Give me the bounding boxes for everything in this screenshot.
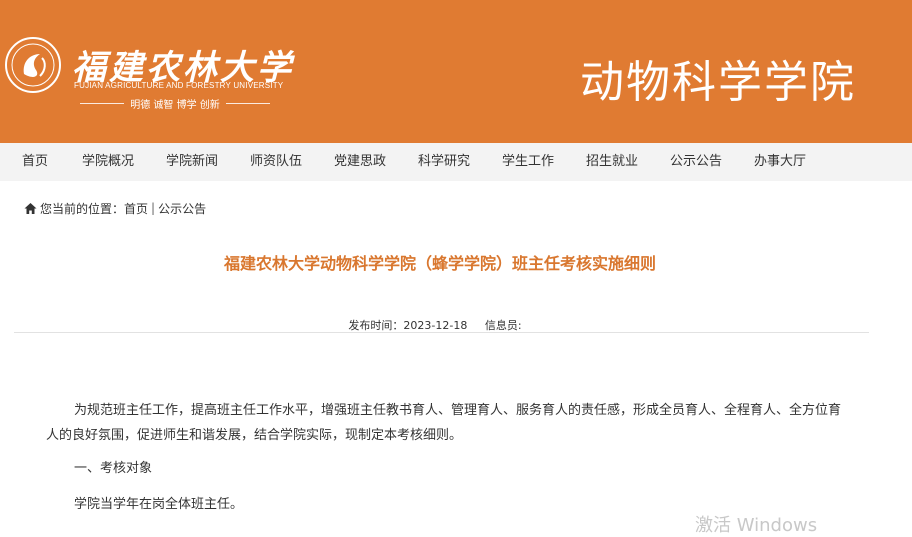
meta-divider	[14, 332, 869, 333]
breadcrumb-separator: |	[151, 201, 156, 215]
nav-item-overview[interactable]: 学院概况	[82, 143, 134, 181]
nav-item-announcements[interactable]: 公示公告	[670, 143, 722, 181]
college-title: 动物科学学院	[580, 57, 856, 108]
university-english-name: FUJIAN AGRICULTURE AND FORESTRY UNIVERSI…	[74, 81, 284, 90]
windows-activation-watermark: 激活 Windows	[695, 515, 818, 536]
university-motto: 明德 诚智 博学 创新	[80, 96, 271, 111]
breadcrumb: 您当前的位置： 首页 | 公示公告	[24, 199, 206, 217]
main-nav: 首页 学院概况 学院新闻 师资队伍 党建思政 科学研究 学生工作 招生就业 公示…	[0, 143, 912, 181]
nav-item-research[interactable]: 科学研究	[418, 143, 470, 181]
source-label: 信息员:	[484, 319, 522, 332]
site-header: 福建农林大学 FUJIAN AGRICULTURE AND FORESTRY U…	[0, 0, 912, 143]
nav-item-service-hall[interactable]: 办事大厅	[754, 143, 806, 181]
nav-item-student-affairs[interactable]: 学生工作	[502, 143, 554, 181]
university-emblem-icon	[5, 37, 61, 93]
motto-text: 明德 诚智 博学 创新	[130, 100, 220, 111]
nav-item-admissions[interactable]: 招生就业	[586, 143, 638, 181]
nav-item-news[interactable]: 学院新闻	[166, 143, 218, 181]
publish-date: 2023-12-18	[403, 319, 468, 332]
breadcrumb-label: 您当前的位置：	[40, 201, 125, 216]
publish-label: 发布时间：	[348, 319, 404, 332]
nav-item-home[interactable]: 首页	[22, 143, 48, 181]
nav-item-party[interactable]: 党建思政	[334, 143, 386, 181]
home-icon	[24, 202, 37, 214]
article-meta: 发布时间：2023-12-18 信息员:	[0, 317, 870, 333]
article-title: 福建农林大学动物科学学院（蜂学学院）班主任考核实施细则	[223, 254, 656, 273]
breadcrumb-home-link[interactable]: 首页	[124, 200, 148, 217]
article-section-heading: 一、考核对象	[74, 461, 153, 476]
nav-item-faculty[interactable]: 师资队伍	[250, 143, 302, 181]
breadcrumb-current-link[interactable]: 公示公告	[158, 200, 206, 217]
article-paragraph-intro: 为规范班主任工作，提高班主任工作水平，增强班主任教书育人、管理育人、服务育人的责…	[46, 403, 842, 443]
